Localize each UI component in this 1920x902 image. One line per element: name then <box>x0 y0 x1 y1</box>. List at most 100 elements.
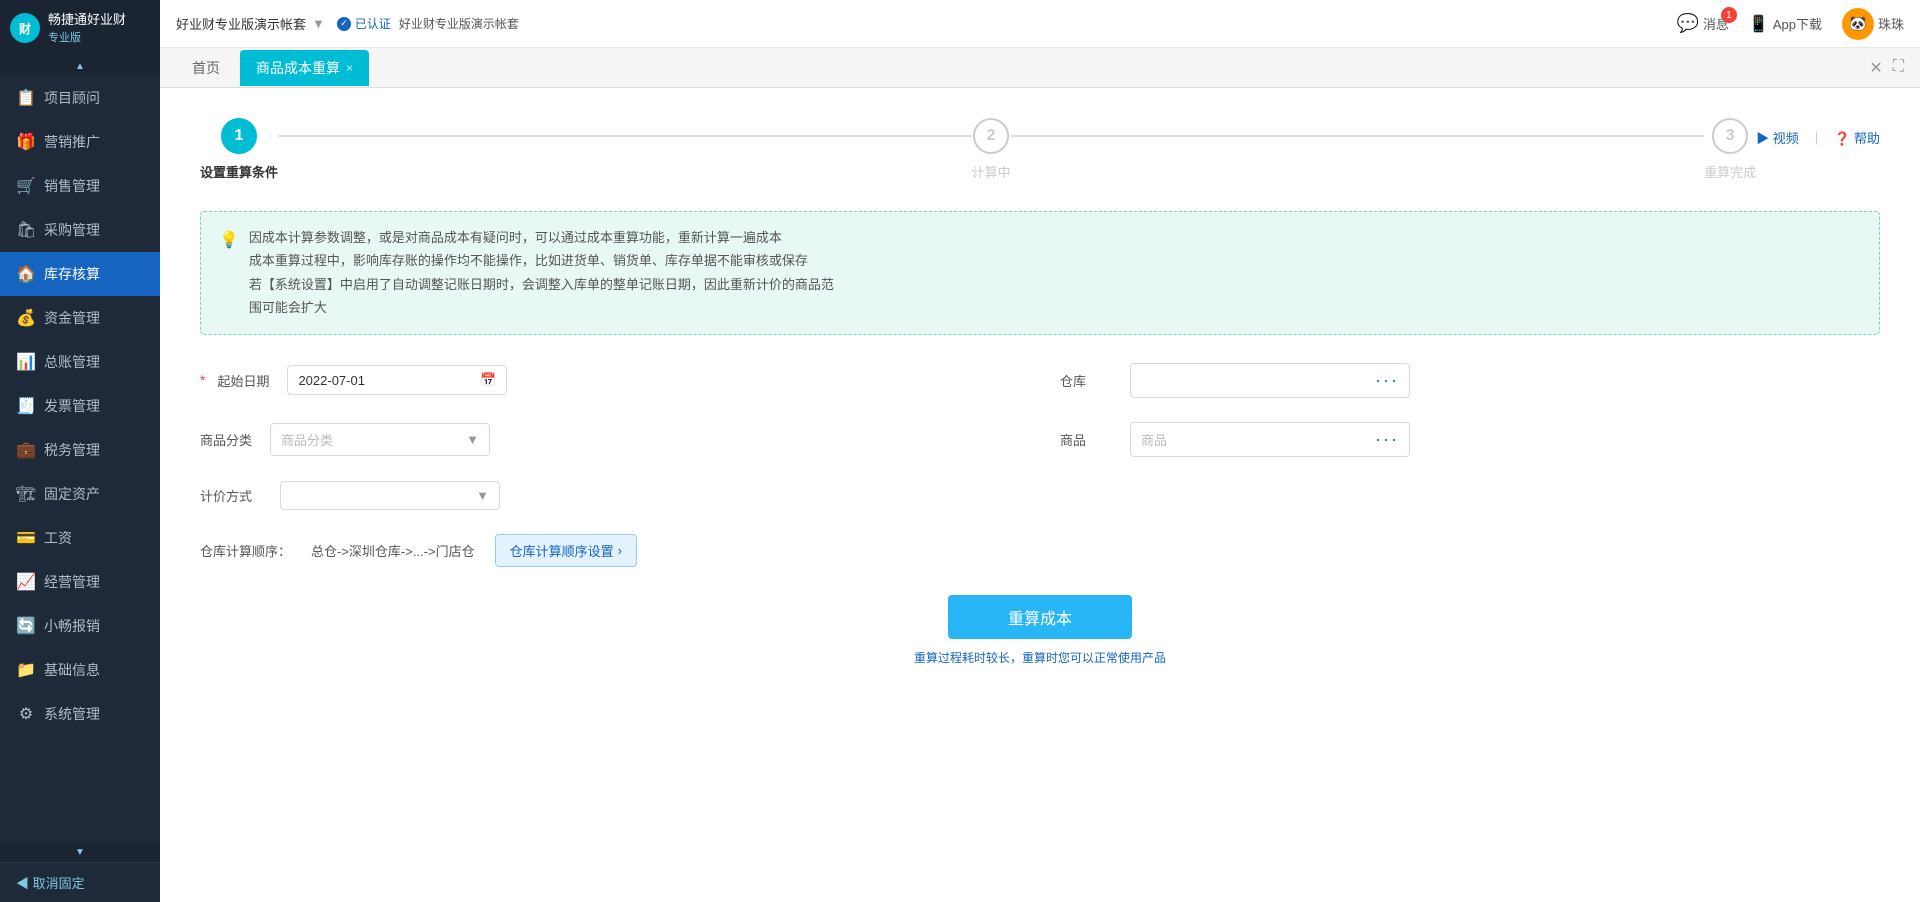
main-area: 好业财专业版演示帐套 ▼ ✓ 已认证 好业财专业版演示帐套 💬 消息 1 📱 A… <box>160 0 1920 902</box>
product-input[interactable]: 商品 ··· <box>1130 422 1410 457</box>
sidebar-item-expense[interactable]: 🔄 小畅报销 <box>0 604 160 648</box>
sidebar-item-label: 系统管理 <box>44 704 100 724</box>
start-date-input[interactable]: 2022-07-01 📅 <box>287 365 507 395</box>
sidebar-item-sales[interactable]: 🛒 销售管理 <box>0 164 160 208</box>
window-expand-icon[interactable]: ⛶ <box>1893 58 1904 78</box>
form-row-price: 计价方式 ▼ <box>200 481 1880 510</box>
topbar-right: 💬 消息 1 📱 App下载 🐼 珠珠 <box>1676 8 1904 40</box>
price-method-select[interactable]: ▼ <box>280 481 500 510</box>
warehouse-order-value: 总仓->深圳仓库->...->门店仓 <box>311 541 475 560</box>
sidebar-item-tax[interactable]: 💼 税务管理 <box>0 428 160 472</box>
info-box: 💡 因成本计算参数调整，或是对商品成本有疑问时，可以通过成本重算功能，重新计算一… <box>200 211 1880 335</box>
sidebar-item-invoice[interactable]: 🧾 发票管理 <box>0 384 160 428</box>
sidebar-item-system[interactable]: ⚙ 系统管理 <box>0 692 160 736</box>
recalc-btn[interactable]: 重算成本 <box>948 595 1132 639</box>
sidebar-item-ops[interactable]: 📈 经营管理 <box>0 560 160 604</box>
invoice-icon: 🧾 <box>16 396 36 416</box>
verified-badge: ✓ 已认证 好业财专业版演示帐套 <box>337 15 519 32</box>
account-name: 好业财专业版演示帐套 <box>176 14 306 33</box>
sidebar-item-purchase[interactable]: 🛍 采购管理 <box>0 208 160 252</box>
sidebar-item-label: 固定资产 <box>44 484 100 504</box>
app-download-label: App下载 <box>1773 14 1822 33</box>
warehouse-order-settings-btn[interactable]: 仓库计算顺序设置 › <box>495 534 637 567</box>
sidebar-item-basic[interactable]: 📁 基础信息 <box>0 648 160 692</box>
sidebar-item-marketing[interactable]: 🎁 营销推广 <box>0 120 160 164</box>
tab-home[interactable]: 首页 <box>176 50 236 86</box>
start-date-label: 起始日期 <box>217 371 277 390</box>
verified-label: 已认证 <box>355 15 391 32</box>
sidebar-item-label: 项目顾问 <box>44 88 100 108</box>
app-download-icon: 📱 <box>1749 14 1769 34</box>
sidebar-item-project[interactable]: 📋 项目顾问 <box>0 76 160 120</box>
topbar: 好业财专业版演示帐套 ▼ ✓ 已认证 好业财专业版演示帐套 💬 消息 1 📱 A… <box>160 0 1920 48</box>
required-marker: * <box>200 372 205 388</box>
sidebar-item-label: 采购管理 <box>44 220 100 240</box>
sidebar-nav: 📋 项目顾问 🎁 营销推广 🛒 销售管理 🛍 采购管理 🏠 库存核算 💰 资金管… <box>0 76 160 843</box>
warehouse-dots-icon[interactable]: ··· <box>1375 370 1399 391</box>
sidebar-item-label: 销售管理 <box>44 176 100 196</box>
recalc-section: 重算成本 重算过程耗时较长，重算时您可以正常使用产品 <box>200 595 1880 666</box>
sidebar-item-label: 税务管理 <box>44 440 100 460</box>
sidebar-item-assets[interactable]: 🏗 固定资产 <box>0 472 160 516</box>
category-select[interactable]: 商品分类 ▼ <box>270 423 490 456</box>
video-link[interactable]: ▶ 视频 <box>1756 128 1799 147</box>
start-date-value: 2022-07-01 <box>298 373 480 388</box>
accounting-icon: 📊 <box>16 352 36 372</box>
form-row-2: 商品分类 商品分类 ▼ 商品 商品 ··· <box>200 422 1880 457</box>
tab-close-icon[interactable]: × <box>346 61 353 75</box>
payroll-icon: 💳 <box>16 528 36 548</box>
category-label: 商品分类 <box>200 430 260 449</box>
warehouse-input[interactable]: ··· <box>1130 363 1410 398</box>
account-selector[interactable]: 好业财专业版演示帐套 ▼ <box>176 14 325 33</box>
sidebar-item-accounting[interactable]: 📊 总账管理 <box>0 340 160 384</box>
sales-icon: 🛒 <box>16 176 36 196</box>
finance-icon: 💰 <box>16 308 36 328</box>
sidebar-item-label: 营销推广 <box>44 132 100 152</box>
step-2-label: 计算中 <box>972 162 1011 181</box>
sidebar-item-finance[interactable]: 💰 资金管理 <box>0 296 160 340</box>
sidebar-item-label: 小畅报销 <box>44 616 100 636</box>
step-1-circle: 1 <box>221 118 257 154</box>
info-text: 因成本计算参数调整，或是对商品成本有疑问时，可以通过成本重算功能，重新计算一遍成… <box>249 226 834 320</box>
tab-home-label: 首页 <box>192 60 220 76</box>
info-icon: 💡 <box>219 227 239 320</box>
sidebar-item-payroll[interactable]: 💳 工资 <box>0 516 160 560</box>
sidebar-item-label: 经营管理 <box>44 572 100 592</box>
calendar-icon[interactable]: 📅 <box>480 372 496 388</box>
product-dots-icon[interactable]: ··· <box>1375 429 1399 450</box>
expense-icon: 🔄 <box>16 616 36 636</box>
sidebar-logo: 财 畅捷通好业财 专业版 <box>0 0 160 57</box>
app-download-btn[interactable]: 📱 App下载 <box>1749 14 1822 34</box>
window-close-icon[interactable]: ✕ <box>1869 58 1882 78</box>
verified-icon: ✓ <box>337 17 351 31</box>
sidebar-item-label: 资金管理 <box>44 308 100 328</box>
tab-recalc[interactable]: 商品成本重算 × <box>240 50 369 86</box>
warehouse-order-btn-icon: › <box>618 543 622 558</box>
stepper: 1 设置重算条件 2 计算中 3 重算完成 ▶ 视频 | ❓ <box>200 118 1880 181</box>
video-help-divider: | <box>1815 130 1818 145</box>
user-avatar-btn[interactable]: 🐼 珠珠 <box>1842 8 1904 40</box>
ops-icon: 📈 <box>16 572 36 592</box>
form-group-warehouse: 仓库 ··· <box>1060 363 1880 398</box>
tab-recalc-label: 商品成本重算 <box>256 58 340 78</box>
sidebar-unpin-btn[interactable]: ◀ 取消固定 <box>0 862 160 902</box>
user-name: 珠珠 <box>1878 14 1904 33</box>
step-3-label: 重算完成 <box>1704 162 1756 181</box>
step-1: 1 设置重算条件 <box>200 118 278 181</box>
price-label: 计价方式 <box>200 486 260 505</box>
sidebar-item-label: 工资 <box>44 528 72 548</box>
warehouse-order-row: 仓库计算顺序： 总仓->深圳仓库->...->门店仓 仓库计算顺序设置 › <box>200 534 1880 567</box>
price-chevron-icon: ▼ <box>476 488 489 503</box>
info-line-4: 围可能会扩大 <box>249 296 834 319</box>
logo-icon: 财 <box>10 13 40 43</box>
step-line-1 <box>278 135 972 137</box>
step-1-label: 设置重算条件 <box>200 162 278 181</box>
info-line-1: 因成本计算参数调整，或是对商品成本有疑问时，可以通过成本重算功能，重新计算一遍成… <box>249 226 834 249</box>
tabs-bar: 首页 商品成本重算 × ✕ ⛶ <box>160 48 1920 88</box>
help-link[interactable]: ❓ 帮助 <box>1834 128 1880 147</box>
sidebar-item-inventory[interactable]: 🏠 库存核算 <box>0 252 160 296</box>
message-btn[interactable]: 💬 消息 1 <box>1676 13 1728 34</box>
purchase-icon: 🛍 <box>16 220 36 240</box>
tax-icon: 💼 <box>16 440 36 460</box>
warehouse-order-label: 仓库计算顺序： <box>200 541 291 560</box>
